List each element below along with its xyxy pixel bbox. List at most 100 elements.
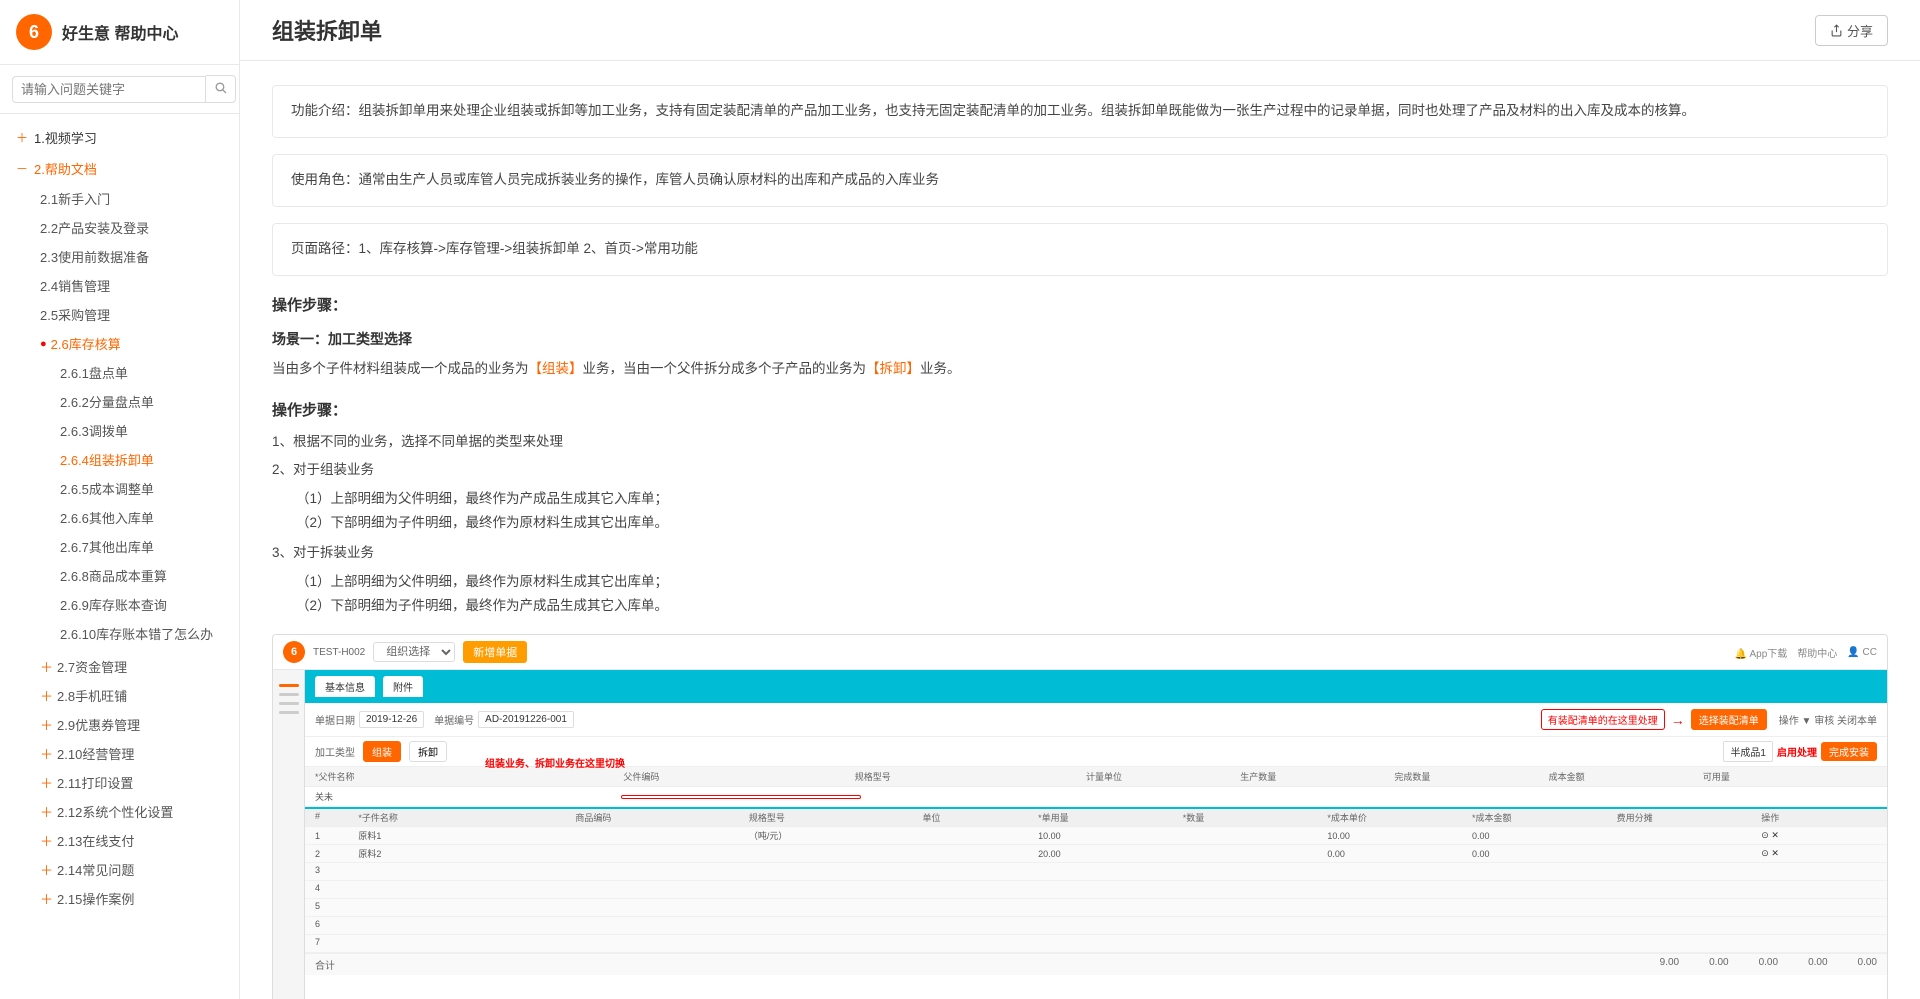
sidebar-item-s2c6c5[interactable]: 2.6.5成本调整单 — [48, 474, 239, 503]
bottom-row-4: 4 — [305, 881, 1887, 899]
btn-complete-install[interactable]: 完成安装 — [1821, 742, 1877, 761]
plus-icon-small: ＋ — [40, 863, 53, 878]
type-annotation: 组装业务、拆卸业务在这里切换 — [485, 755, 625, 770]
bth-spec: 规格型号 — [749, 811, 923, 824]
sidebar-item-s1[interactable]: ＋ 1.视频学习 — [0, 122, 239, 153]
top-table-row-1: 关未 — [305, 787, 1887, 807]
th-parent-code: 父件编码 — [623, 770, 854, 783]
type-selector-row: 加工类型 组装 拆卸 组装业务、拆卸业务在这里切换 半成品1 启用处理 完成安装 — [305, 737, 1887, 767]
app-field-billno: 单据编号 AD-20191226-001 — [434, 711, 574, 728]
annotation-bom: 有装配清单的在这里处理 — [1541, 709, 1665, 730]
app-left-icon1 — [279, 684, 299, 687]
app-icon-user: 👤 CC — [1847, 647, 1877, 658]
app-topbar: 6 TEST-H002 组织选择 新增单据 🔔 App下载 帮助中心 👤 CC — [273, 635, 1887, 670]
sidebar-item-s2c15[interactable]: ＋2.15操作案例 — [28, 884, 239, 913]
bth-name: *子件名称 — [358, 811, 575, 824]
btr1-cost-amt: 0.00 — [1472, 831, 1617, 841]
sidebar-item-s2c7[interactable]: ＋2.7资金管理 — [28, 652, 239, 681]
search-button[interactable] — [206, 75, 236, 103]
btr2-usage: 20.00 — [1038, 849, 1183, 859]
sidebar-item-s2c6[interactable]: ● 2.6库存核算 — [28, 329, 239, 358]
btn-assemble[interactable]: 组装 — [363, 741, 401, 762]
circle-icon: ● — [40, 338, 47, 350]
sidebar-item-s2c6c1[interactable]: 2.6.1盘点单 — [48, 358, 239, 387]
bth-usage: *单用量 — [1038, 811, 1183, 824]
sidebar-item-s2c3[interactable]: 2.3使用前数据准备 — [28, 242, 239, 271]
billno-input[interactable]: AD-20191226-001 — [478, 711, 574, 728]
highlight-assemble: 【组装】 — [529, 361, 583, 376]
btr2-ops: ⊙ ✕ — [1761, 848, 1877, 859]
sidebar-item-s2c9[interactable]: ＋2.9优惠券管理 — [28, 710, 239, 739]
sidebar-item-s2c11[interactable]: ＋2.11打印设置 — [28, 768, 239, 797]
steps-title: 操作步骤： — [272, 294, 1888, 315]
bth-ops: 操作 — [1761, 811, 1877, 824]
btr2-cost-amt: 0.00 — [1472, 849, 1617, 859]
sidebar-item-s2c6c4[interactable]: 2.6.4组装拆卸单 — [48, 445, 239, 474]
btn-select-bom[interactable]: 选择装配清单 — [1691, 709, 1767, 730]
scenario1-title: 场景一：加工类型选择 — [272, 329, 1888, 349]
th-unit: 计量单位 — [1086, 770, 1240, 783]
nav-children-s2c6: 2.6.1盘点单 2.6.2分量盘点单 2.6.3调拨单 2.6.4组装拆卸单 … — [28, 358, 239, 648]
plus-icon-small: ＋ — [40, 805, 53, 820]
bth-unit: 单位 — [922, 811, 1038, 824]
app-tab-attachment[interactable]: 附件 — [383, 676, 423, 697]
app-new-button[interactable]: 新增单据 — [463, 641, 527, 663]
sidebar-item-s2c6c8[interactable]: 2.6.8商品成本重算 — [48, 561, 239, 590]
sidebar-item-s2c2[interactable]: 2.2产品安装及登录 — [28, 213, 239, 242]
sidebar-item-s2c1[interactable]: 2.1新手入门 — [28, 184, 239, 213]
sidebar-item-s2c6c3[interactable]: 2.6.3调拨单 — [48, 416, 239, 445]
th-prod-qty: 生产数量 — [1240, 770, 1394, 783]
sidebar-item-s2c8[interactable]: ＋2.8手机旺铺 — [28, 681, 239, 710]
footer-totals: 9.00 0.00 0.00 0.00 0.00 — [1660, 957, 1877, 972]
sub-step-list-3: （1）上部明细为父件明细，最终作为原材料生成其它出库单； （2）下部明细为子件明… — [272, 570, 1888, 619]
sidebar-item-s2c6c10[interactable]: 2.6.10库存账本错了怎么办 — [48, 619, 239, 648]
sidebar-item-s2c10[interactable]: ＋2.10经营管理 — [28, 739, 239, 768]
btr2-num: 2 — [315, 849, 358, 859]
type-label: 加工类型 — [315, 744, 355, 759]
minus-icon: － — [16, 160, 28, 177]
sidebar-item-s2[interactable]: － 2.帮助文档 — [0, 153, 239, 184]
sidebar-item-s2c6c2[interactable]: 2.6.2分量盘点单 — [48, 387, 239, 416]
sidebar-item-s2c5[interactable]: 2.5采购管理 — [28, 300, 239, 329]
th-cost-amt: 成本金额 — [1549, 770, 1703, 783]
btn-disassemble[interactable]: 拆卸 — [409, 741, 447, 762]
sub-step-3-2: （2）下部明细为子件明细，最终作为产成品生成其它入库单。 — [296, 594, 1888, 618]
sidebar-item-s2c14[interactable]: ＋2.14常见问题 — [28, 855, 239, 884]
sidebar-item-s2c6c6[interactable]: 2.6.6其他入库单 — [48, 503, 239, 532]
share-button[interactable]: 分享 — [1815, 15, 1888, 46]
search-input[interactable] — [12, 76, 206, 103]
scenario1-desc: 当由多个子件材料组装成一个成品的业务为【组装】业务，当由一个父件拆分成多个子产品… — [272, 357, 1888, 381]
page-title: 组装拆卸单 — [272, 14, 382, 46]
product-input[interactable]: 半成品1 — [1723, 741, 1773, 762]
sub-step-2-2: （2）下部明细为子件明细，最终作为原材料生成其它出库单。 — [296, 511, 1888, 535]
sidebar-section-label: 2.帮助文档 — [34, 159, 97, 178]
th-spec: 规格型号 — [855, 770, 1086, 783]
btr1-num: 1 — [315, 831, 358, 841]
date-input[interactable]: 2019-12-26 — [359, 711, 424, 728]
bottom-row-1: 1 原料1 （吨/元） 10.00 10.00 0.00 ⊙ ✕ — [305, 827, 1887, 845]
plus-icon-small: ＋ — [40, 747, 53, 762]
btr1-name: 原料1 — [358, 829, 575, 842]
plus-icon: ＋ — [16, 129, 28, 146]
th-available: 可用量 — [1703, 770, 1857, 783]
btr2-cost-price: 0.00 — [1327, 849, 1472, 859]
date-label: 单据日期 — [315, 712, 355, 727]
sidebar-item-s2c13[interactable]: ＋2.13在线支付 — [28, 826, 239, 855]
sidebar-section-label: 1.视频学习 — [34, 128, 97, 147]
btr1-usage: 10.00 — [1038, 831, 1183, 841]
content-area: 功能介绍：组装拆卸单用来处理企业组装或拆卸等加工业务，支持有固定装配清单的产品加… — [240, 61, 1920, 999]
th-parent-name: *父件名称 — [315, 770, 623, 783]
plus-icon-small: ＋ — [40, 689, 53, 704]
plus-icon-small: ＋ — [40, 718, 53, 733]
bottom-row-6: 6 — [305, 917, 1887, 935]
sidebar-item-s2c6c9[interactable]: 2.6.9库存账本查询 — [48, 590, 239, 619]
brand-name: 好生意 帮助中心 — [62, 20, 178, 44]
search-bar — [0, 65, 239, 114]
app-tab-basic[interactable]: 基本信息 — [315, 676, 375, 697]
sidebar-item-s2c6c7[interactable]: 2.6.7其他出库单 — [48, 532, 239, 561]
sidebar-item-s2c4[interactable]: 2.4销售管理 — [28, 271, 239, 300]
sidebar-item-s2c12[interactable]: ＋2.12系统个性化设置 — [28, 797, 239, 826]
intro-block-1: 功能介绍：组装拆卸单用来处理企业组装或拆卸等加工业务，支持有固定装配清单的产品加… — [272, 85, 1888, 138]
plus-icon-small: ＋ — [40, 892, 53, 907]
app-org-select[interactable]: 组织选择 — [373, 642, 455, 662]
